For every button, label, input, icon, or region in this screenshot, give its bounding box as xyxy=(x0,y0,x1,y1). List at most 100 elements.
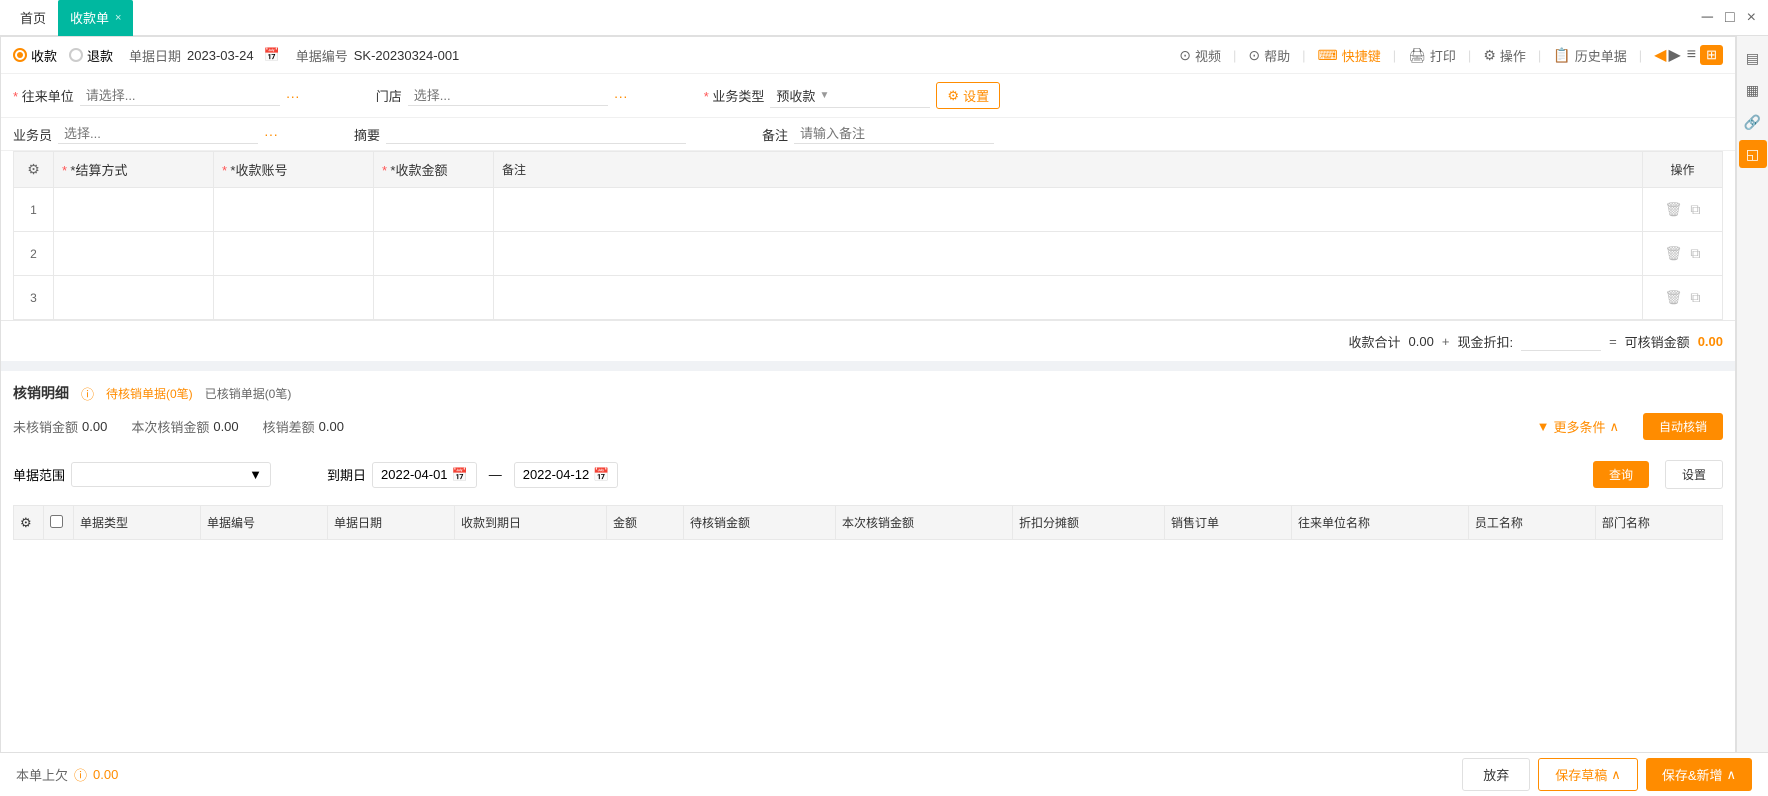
receipt-table: ⚙ * *结算方式 * *收款账号 * *收款金额 备注 操作 xyxy=(13,151,1723,320)
table-row: 1 🗑 ⧉ xyxy=(14,188,1723,232)
operation-icon: ⚙ xyxy=(1483,47,1496,64)
auto-verify-btn[interactable]: 自动核销 xyxy=(1643,413,1723,440)
view-toggle: ◀ ▶ ≡ ⊞ xyxy=(1654,45,1723,65)
remark-cell-2[interactable] xyxy=(494,232,1643,276)
video-icon: ⊙ xyxy=(1179,47,1191,64)
radio-receipt[interactable]: 收款 xyxy=(13,46,57,65)
bottom-info-icon: ⓘ xyxy=(74,765,87,784)
stat-row: 未核销金额 0.00 本次核销金额 0.00 核销差额 0.00 ▼ 更多条件 … xyxy=(13,413,1723,440)
remark-cell-1[interactable] xyxy=(494,188,1643,232)
radio-circle-receipt xyxy=(13,48,27,62)
chevron-draft-icon: ∧ xyxy=(1611,767,1621,783)
range-select[interactable]: ▼ xyxy=(71,462,271,487)
verify-settings-btn[interactable]: 设置 xyxy=(1665,460,1723,489)
close-icon[interactable]: × xyxy=(1743,9,1760,27)
summary-input[interactable] xyxy=(386,124,686,144)
pending-tab[interactable]: 待核销单据(0笔) xyxy=(106,385,193,402)
toolbar-right: ⊙ 视频 | ⊙ 帮助 | ⌨ 快捷键 | 🖨 打印 | ⚙ 操作 xyxy=(1179,45,1723,65)
amount-cell-2[interactable] xyxy=(374,232,494,276)
staff-input[interactable] xyxy=(58,124,258,144)
settle-cell-1[interactable] xyxy=(54,188,214,232)
more-conditions-btn[interactable]: ▼ 更多条件 ∧ xyxy=(1537,417,1619,436)
radio-refund[interactable]: 退款 xyxy=(69,46,113,65)
form-row-1: * 往来单位 ··· 门店 ··· * 业务类型 预收款 ▼ ⚙ 设置 xyxy=(1,74,1735,118)
summary-row: 收款合计 0.00 + 现金折扣: = 可核销金额 0.00 xyxy=(1,320,1735,361)
due-date-field: 到期日 2022-04-01 📅 — 2022-04-12 📅 xyxy=(327,462,618,488)
partner-more-btn[interactable]: ··· xyxy=(286,88,300,104)
sidebar-grid-icon[interactable]: ▦ xyxy=(1739,76,1767,104)
query-btn[interactable]: 查询 xyxy=(1593,461,1649,488)
account-cell-3[interactable] xyxy=(214,276,374,320)
copy-row-icon[interactable]: ⧉ xyxy=(1690,289,1700,306)
account-cell-2[interactable] xyxy=(214,232,374,276)
nav-tab-home[interactable]: 首页 xyxy=(8,0,58,36)
close-tab-icon[interactable]: × xyxy=(115,12,121,24)
video-btn[interactable]: ⊙ 视频 xyxy=(1179,46,1221,65)
remark-input[interactable] xyxy=(794,124,994,144)
keyboard-icon: ⌨ xyxy=(1318,47,1338,64)
filter-icon: ▼ xyxy=(1537,419,1550,434)
staff-field: 业务员 ··· xyxy=(13,124,278,144)
delete-row-icon[interactable]: 🗑 xyxy=(1665,289,1683,306)
amount-cell-3[interactable] xyxy=(374,276,494,320)
table-row: 3 🗑 ⧉ xyxy=(14,276,1723,320)
print-btn[interactable]: 🖨 打印 xyxy=(1408,46,1456,65)
remark-field: 备注 xyxy=(762,124,994,144)
abandon-btn[interactable]: 放弃 xyxy=(1462,758,1530,791)
print-icon: 🖨 xyxy=(1408,47,1426,64)
amount-cell-1[interactable] xyxy=(374,188,494,232)
delete-row-icon[interactable]: 🗑 xyxy=(1665,245,1683,262)
store-input[interactable] xyxy=(408,86,608,106)
staff-more-btn[interactable]: ··· xyxy=(264,126,278,142)
copy-row-icon[interactable]: ⧉ xyxy=(1690,201,1700,218)
start-date-input[interactable]: 2022-04-01 📅 xyxy=(372,462,477,488)
next-icon[interactable]: ▶ xyxy=(1668,45,1680,65)
right-sidebar: ▤ ▦ 🔗 ◱ xyxy=(1736,36,1768,796)
table-gear-icon[interactable]: ⚙ xyxy=(27,161,40,177)
save-new-btn[interactable]: 保存&新增 ∧ xyxy=(1646,758,1752,791)
sidebar-expand-icon[interactable]: ◱ xyxy=(1739,140,1767,168)
copy-row-icon[interactable]: ⧉ xyxy=(1690,245,1700,262)
biz-type-select[interactable]: 预收款 ▼ xyxy=(770,84,930,108)
delete-row-icon[interactable]: 🗑 xyxy=(1665,201,1683,218)
nav-tab-receipt[interactable]: 收款单 × xyxy=(58,0,133,36)
partner-input[interactable] xyxy=(80,86,280,106)
sidebar-table-icon[interactable]: ▤ xyxy=(1739,44,1767,72)
toolbar-row: 收款 退款 单据日期 2023-03-24 📅 单据编号 SK-20230324… xyxy=(1,37,1735,74)
minimize-icon[interactable]: ─ xyxy=(1698,9,1717,27)
store-more-btn[interactable]: ··· xyxy=(614,88,628,104)
chevron-new-icon: ∧ xyxy=(1726,767,1736,783)
section-title-row: 核销明细 ⓘ 待核销单据(0笔) 已核销单据(0笔) xyxy=(13,383,1723,403)
unchecked-amount: 未核销金额 0.00 xyxy=(13,417,107,436)
calendar-icon[interactable]: 📅 xyxy=(264,47,280,63)
sidebar-link-icon[interactable]: 🔗 xyxy=(1739,108,1767,136)
settle-cell-2[interactable] xyxy=(54,232,214,276)
discount-input[interactable] xyxy=(1521,331,1601,351)
remark-cell-3[interactable] xyxy=(494,276,1643,320)
chevron-down-icon: ▼ xyxy=(249,467,262,482)
history-btn[interactable]: 📋 历史单据 xyxy=(1553,46,1626,65)
store-field: 门店 ··· xyxy=(376,86,628,106)
table-gear-icon-2[interactable]: ⚙ xyxy=(20,515,32,530)
end-date-input[interactable]: 2022-04-12 📅 xyxy=(514,462,619,488)
date-field: 单据日期 2023-03-24 📅 xyxy=(129,46,280,65)
save-draft-btn[interactable]: 保存草稿 ∧ xyxy=(1538,758,1638,791)
biz-settings-btn[interactable]: ⚙ 设置 xyxy=(936,82,1000,109)
settle-cell-3[interactable] xyxy=(54,276,214,320)
prev-icon[interactable]: ◀ xyxy=(1654,45,1666,65)
maximize-icon[interactable]: □ xyxy=(1721,9,1739,27)
shortcut-btn[interactable]: ⌨ 快捷键 xyxy=(1318,46,1381,65)
info-icon[interactable]: ⓘ xyxy=(81,384,94,403)
help-btn[interactable]: ⊙ 帮助 xyxy=(1248,46,1290,65)
list-view-icon[interactable]: ≡ xyxy=(1687,46,1696,64)
operation-btn[interactable]: ⚙ 操作 xyxy=(1483,46,1526,65)
main-content: 收款 退款 单据日期 2023-03-24 📅 单据编号 SK-20230324… xyxy=(0,36,1736,796)
range-field: 单据范围 ▼ xyxy=(13,462,271,487)
summary-field: 摘要 xyxy=(354,124,686,144)
verify-table: ⚙ 单据类型 单据编号 单据日期 收款到期日 金额 待核销金额 本次核销金额 折… xyxy=(13,505,1723,540)
account-cell-1[interactable] xyxy=(214,188,374,232)
select-all-checkbox[interactable] xyxy=(50,515,63,528)
section-divider xyxy=(1,361,1735,371)
grid-view-icon[interactable]: ⊞ xyxy=(1700,45,1723,65)
top-nav: 首页 收款单 × ─ □ × xyxy=(0,0,1768,36)
